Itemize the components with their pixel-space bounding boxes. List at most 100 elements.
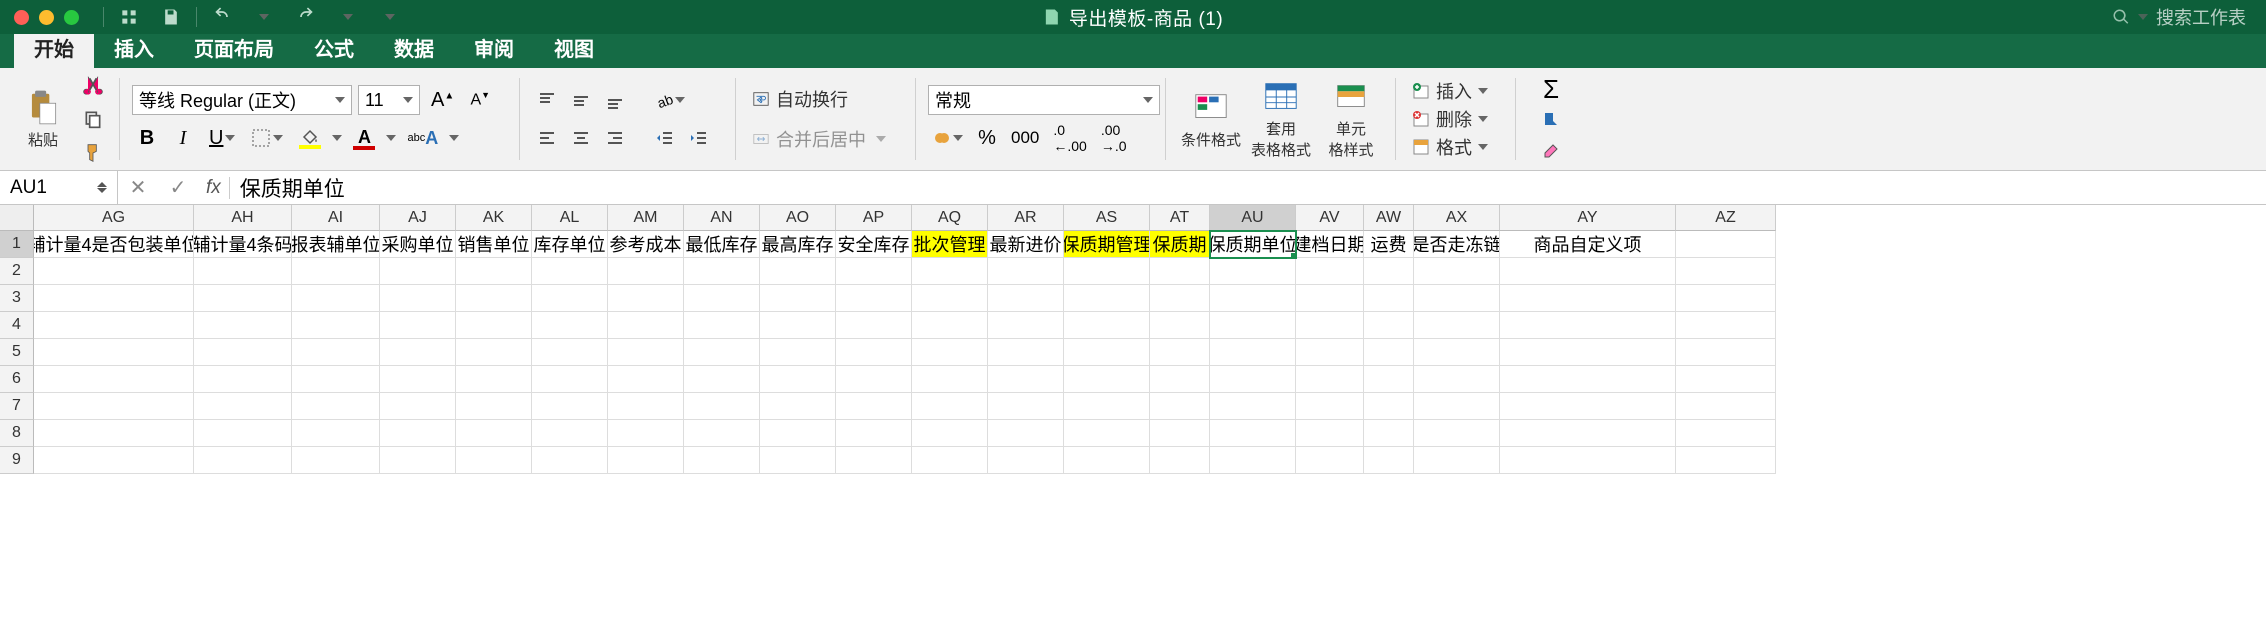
cell-AZ8[interactable] bbox=[1676, 420, 1776, 447]
cell-AI7[interactable] bbox=[292, 393, 380, 420]
row-header-3[interactable]: 3 bbox=[0, 285, 34, 312]
cell-AU4[interactable] bbox=[1210, 312, 1296, 339]
cell-AG5[interactable] bbox=[34, 339, 194, 366]
align-right-button[interactable] bbox=[600, 123, 630, 153]
cell-AI3[interactable] bbox=[292, 285, 380, 312]
redo-dropdown[interactable] bbox=[331, 4, 365, 30]
cell-AT1[interactable]: 保质期 bbox=[1150, 231, 1210, 258]
bold-button[interactable]: B bbox=[132, 123, 162, 153]
cell-AL7[interactable] bbox=[532, 393, 608, 420]
align-bottom-button[interactable] bbox=[600, 85, 630, 115]
cell-AX3[interactable] bbox=[1414, 285, 1500, 312]
cell-AU8[interactable] bbox=[1210, 420, 1296, 447]
cell-AW4[interactable] bbox=[1364, 312, 1414, 339]
cell-AS7[interactable] bbox=[1064, 393, 1150, 420]
cell-AO4[interactable] bbox=[760, 312, 836, 339]
cell-AZ4[interactable] bbox=[1676, 312, 1776, 339]
cell-AP7[interactable] bbox=[836, 393, 912, 420]
cell-AX2[interactable] bbox=[1414, 258, 1500, 285]
row-header-6[interactable]: 6 bbox=[0, 366, 34, 393]
cell-AM7[interactable] bbox=[608, 393, 684, 420]
column-header-AV[interactable]: AV bbox=[1296, 205, 1364, 231]
column-header-AN[interactable]: AN bbox=[684, 205, 760, 231]
comma-format-button[interactable]: 000 bbox=[1006, 123, 1044, 153]
cell-AI6[interactable] bbox=[292, 366, 380, 393]
home-icon[interactable] bbox=[112, 4, 146, 30]
cell-AW7[interactable] bbox=[1364, 393, 1414, 420]
align-center-button[interactable] bbox=[566, 123, 596, 153]
cell-AL9[interactable] bbox=[532, 447, 608, 474]
italic-button[interactable]: I bbox=[168, 123, 198, 153]
cell-AT6[interactable] bbox=[1150, 366, 1210, 393]
cell-AV3[interactable] bbox=[1296, 285, 1364, 312]
underline-button[interactable]: U bbox=[204, 123, 240, 153]
wrap-text-button[interactable]: 自动换行 bbox=[748, 85, 904, 113]
row-header-1[interactable]: 1 bbox=[0, 231, 34, 258]
cell-AT8[interactable] bbox=[1150, 420, 1210, 447]
cell-AN3[interactable] bbox=[684, 285, 760, 312]
cell-AV5[interactable] bbox=[1296, 339, 1364, 366]
cell-AN8[interactable] bbox=[684, 420, 760, 447]
column-header-AS[interactable]: AS bbox=[1064, 205, 1150, 231]
cell-AN2[interactable] bbox=[684, 258, 760, 285]
row-header-7[interactable]: 7 bbox=[0, 393, 34, 420]
cell-AX5[interactable] bbox=[1414, 339, 1500, 366]
cell-AQ3[interactable] bbox=[912, 285, 988, 312]
cell-AQ4[interactable] bbox=[912, 312, 988, 339]
cell-AT5[interactable] bbox=[1150, 339, 1210, 366]
cell-AM3[interactable] bbox=[608, 285, 684, 312]
font-color-button[interactable]: A bbox=[348, 123, 380, 153]
percent-format-button[interactable]: % bbox=[972, 123, 1002, 153]
save-icon[interactable] bbox=[154, 4, 188, 30]
selection-handle[interactable] bbox=[1290, 252, 1296, 258]
accept-formula-button[interactable]: ✓ bbox=[158, 171, 198, 204]
cell-AI8[interactable] bbox=[292, 420, 380, 447]
close-window-button[interactable] bbox=[14, 10, 29, 25]
cell-AM1[interactable]: 参考成本 bbox=[608, 231, 684, 258]
cell-AX8[interactable] bbox=[1414, 420, 1500, 447]
cell-AK2[interactable] bbox=[456, 258, 532, 285]
copy-button[interactable] bbox=[78, 104, 108, 134]
cell-AK6[interactable] bbox=[456, 366, 532, 393]
cell-AU6[interactable] bbox=[1210, 366, 1296, 393]
cell-AI1[interactable]: 报表辅单位 bbox=[292, 231, 380, 258]
cell-AH2[interactable] bbox=[194, 258, 292, 285]
column-header-AQ[interactable]: AQ bbox=[912, 205, 988, 231]
cell-AR1[interactable]: 最新进价 bbox=[988, 231, 1064, 258]
cell-AP3[interactable] bbox=[836, 285, 912, 312]
column-header-AO[interactable]: AO bbox=[760, 205, 836, 231]
cell-AM4[interactable] bbox=[608, 312, 684, 339]
cell-AH8[interactable] bbox=[194, 420, 292, 447]
cell-AV7[interactable] bbox=[1296, 393, 1364, 420]
cell-AW2[interactable] bbox=[1364, 258, 1414, 285]
cell-AO3[interactable] bbox=[760, 285, 836, 312]
column-header-AI[interactable]: AI bbox=[292, 205, 380, 231]
cell-AR6[interactable] bbox=[988, 366, 1064, 393]
cell-AK7[interactable] bbox=[456, 393, 532, 420]
cell-AG9[interactable] bbox=[34, 447, 194, 474]
cell-AZ9[interactable] bbox=[1676, 447, 1776, 474]
cell-AK4[interactable] bbox=[456, 312, 532, 339]
name-box[interactable]: AU1 bbox=[0, 171, 118, 204]
cell-AH4[interactable] bbox=[194, 312, 292, 339]
cell-AZ6[interactable] bbox=[1676, 366, 1776, 393]
decrease-font-button[interactable]: A▼ bbox=[465, 85, 495, 115]
cell-AR7[interactable] bbox=[988, 393, 1064, 420]
column-header-AK[interactable]: AK bbox=[456, 205, 532, 231]
increase-indent-button[interactable] bbox=[684, 123, 714, 153]
cell-AR5[interactable] bbox=[988, 339, 1064, 366]
cell-AI4[interactable] bbox=[292, 312, 380, 339]
undo-dropdown[interactable] bbox=[247, 4, 281, 30]
cell-AY9[interactable] bbox=[1500, 447, 1676, 474]
cell-AQ9[interactable] bbox=[912, 447, 988, 474]
autosum-button[interactable]: Σ bbox=[1528, 74, 1574, 104]
cell-AX7[interactable] bbox=[1414, 393, 1500, 420]
column-header-AY[interactable]: AY bbox=[1500, 205, 1676, 231]
cell-AZ1[interactable] bbox=[1676, 231, 1776, 258]
cell-AY2[interactable] bbox=[1500, 258, 1676, 285]
fill-color-button[interactable] bbox=[294, 123, 326, 153]
cell-AY1[interactable]: 商品自定义项 bbox=[1500, 231, 1676, 258]
cell-AJ4[interactable] bbox=[380, 312, 456, 339]
font-size-combo[interactable]: 11 bbox=[358, 85, 420, 115]
cell-AH1[interactable]: 辅计量4条码 bbox=[194, 231, 292, 258]
